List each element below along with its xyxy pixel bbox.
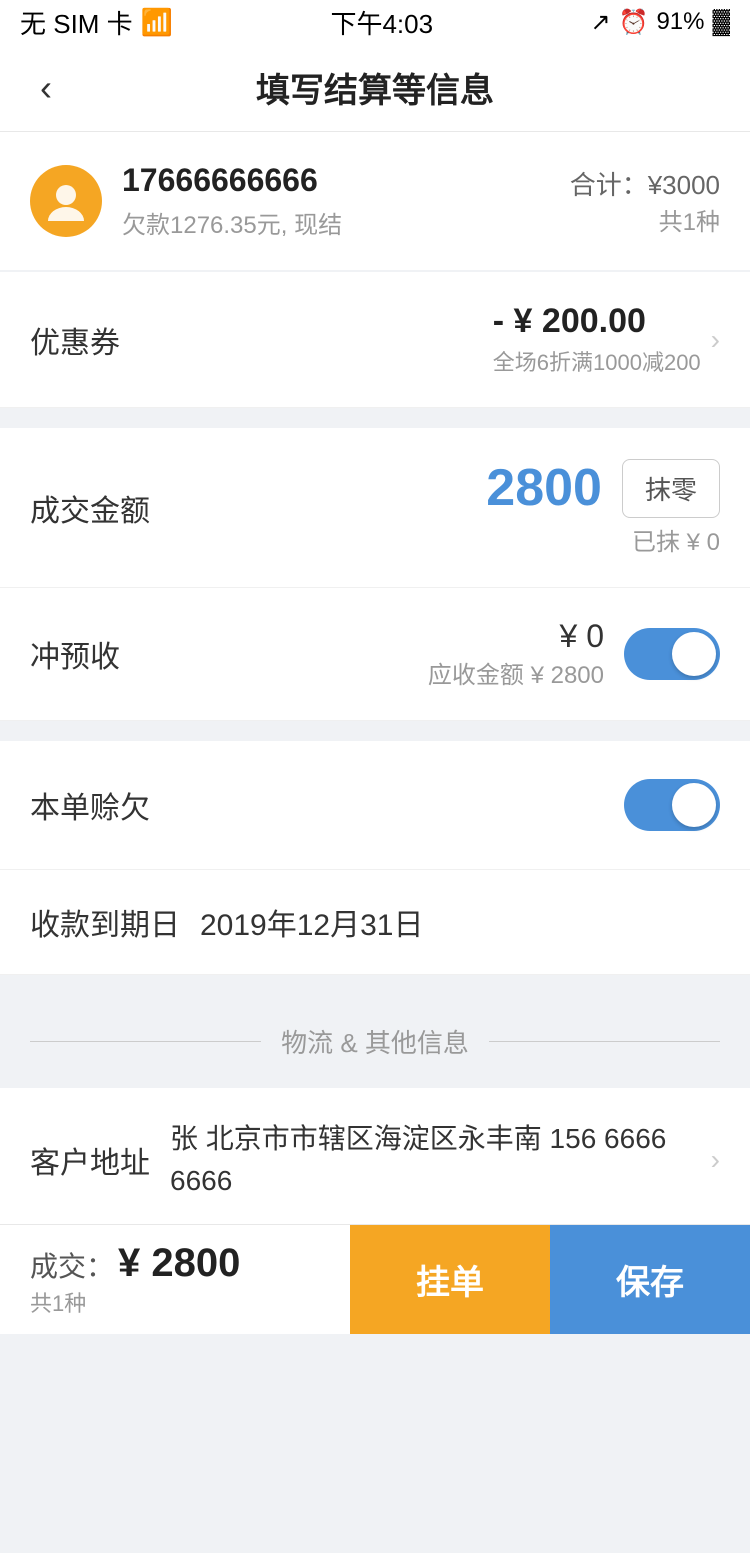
battery-text: 91%	[656, 8, 704, 36]
page-title: 填写结算等信息	[256, 63, 494, 112]
transaction-sub: 已抹 ¥ 0	[632, 522, 720, 557]
coupon-row[interactable]: 优惠券 - ¥ 200.00 全场6折满1000减200 ›	[0, 272, 750, 408]
total-label: 合计：¥3000	[570, 165, 720, 202]
prepay-toggle[interactable]	[624, 628, 720, 680]
form-section-1: 成交金额 2800 抹零 已抹 ¥ 0 冲预收 ¥ 0 应收金额 ¥ 2800	[0, 428, 750, 721]
round-zero-button[interactable]: 抹零	[622, 459, 720, 518]
total-count: 共1种	[570, 202, 720, 237]
transaction-amount: 2800	[486, 458, 602, 518]
debt-row: 本单赊欠	[0, 741, 750, 870]
transaction-label: 成交金额	[30, 486, 150, 530]
transaction-row: 成交金额 2800 抹零 已抹 ¥ 0	[0, 428, 750, 588]
coupon-amount: - ¥ 200.00	[493, 302, 701, 341]
status-right: ↗ ⏰ 91% ▓	[590, 8, 730, 37]
alarm-icon: ⏰	[619, 8, 649, 37]
customer-debt: 欠款1276.35元, 现结	[122, 205, 342, 240]
prepay-sub: 应收金额 ¥ 2800	[428, 655, 604, 690]
battery-icon: ▓	[712, 8, 730, 36]
due-date-row: 收款到期日 2019年12月31日	[0, 870, 750, 975]
nav-bar: ‹ 填写结算等信息	[0, 44, 750, 132]
prepay-amount: ¥ 0	[428, 618, 604, 655]
bottom-summary: 成交： ¥ 2800 共1种	[0, 1225, 350, 1334]
address-label: 客户地址	[30, 1138, 150, 1182]
due-date-label: 收款到期日	[30, 900, 180, 944]
avatar	[30, 165, 102, 237]
status-left: 无 SIM 卡 📶	[20, 4, 173, 41]
hang-order-button[interactable]: 挂单	[350, 1225, 550, 1334]
bottom-bar: 成交： ¥ 2800 共1种 挂单 保存	[0, 1224, 750, 1334]
customer-info: 17666666666 欠款1276.35元, 现结	[122, 162, 342, 240]
address-chevron-icon: ›	[711, 1144, 720, 1176]
carrier-text: 无 SIM 卡	[20, 4, 133, 41]
logistics-divider: 物流 & 其他信息	[0, 995, 750, 1088]
prepay-row: 冲预收 ¥ 0 应收金额 ¥ 2800	[0, 588, 750, 721]
divider-line-right	[489, 1041, 720, 1042]
debt-toggle[interactable]	[624, 779, 720, 831]
trade-label: 成交：	[30, 1245, 114, 1285]
location-icon: ↗	[590, 8, 610, 37]
address-value: 张 北京市市辖区海淀区永丰南 156 6666 6666	[170, 1118, 711, 1202]
customer-card: 17666666666 欠款1276.35元, 现结 合计：¥3000 共1种	[0, 132, 750, 270]
coupon-desc: 全场6折满1000减200	[493, 345, 701, 377]
divider-line-left	[30, 1041, 261, 1042]
save-button[interactable]: 保存	[550, 1225, 750, 1334]
back-button[interactable]: ‹	[30, 57, 62, 119]
prepay-right: ¥ 0 应收金额 ¥ 2800	[428, 618, 604, 690]
status-bar: 无 SIM 卡 📶 下午4:03 ↗ ⏰ 91% ▓	[0, 0, 750, 44]
prepay-label: 冲预收	[30, 632, 120, 676]
logistics-label: 物流 & 其他信息	[281, 1023, 469, 1060]
due-date-value: 2019年12月31日	[200, 900, 423, 944]
bottom-amount: ¥ 2800	[118, 1241, 240, 1286]
section-divider-3	[0, 975, 750, 995]
coupon-label: 优惠券	[30, 318, 120, 362]
content-area: 17666666666 欠款1276.35元, 现结 合计：¥3000 共1种 …	[0, 132, 750, 1553]
section-divider-1	[0, 408, 750, 428]
transaction-value-area: 2800 抹零	[486, 458, 720, 518]
coupon-right: - ¥ 200.00 全场6折满1000减200 ›	[493, 302, 720, 377]
customer-left: 17666666666 欠款1276.35元, 现结	[30, 162, 342, 240]
chevron-right-icon: ›	[711, 324, 720, 356]
address-row[interactable]: 客户地址 张 北京市市辖区海淀区永丰南 156 6666 6666 ›	[0, 1088, 750, 1233]
status-time: 下午4:03	[330, 4, 433, 41]
section-divider-2	[0, 721, 750, 741]
customer-right: 合计：¥3000 共1种	[570, 165, 720, 237]
wifi-icon: 📶	[141, 7, 173, 38]
debt-label: 本单赊欠	[30, 783, 150, 827]
customer-phone: 17666666666	[122, 162, 342, 199]
bottom-count: 共1种	[30, 1286, 320, 1318]
